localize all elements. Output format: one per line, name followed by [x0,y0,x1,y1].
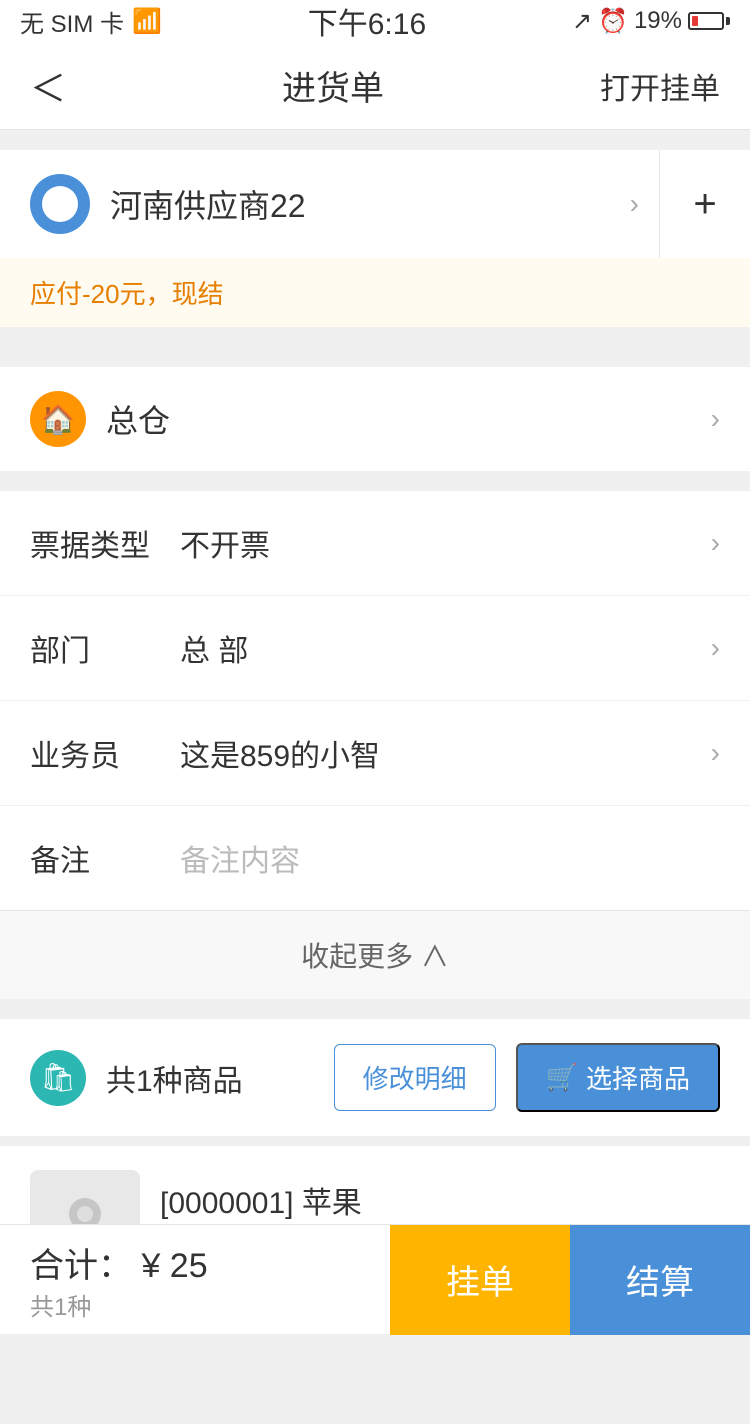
gap-1 [0,130,750,150]
battery-indicator [688,12,730,30]
location-icon: ↗ [572,7,592,36]
products-header: 🛍 共1种商品 修改明细 🛒 选择商品 [0,1019,750,1136]
collapse-label: 收起更多 ∧ [301,935,449,975]
department-label: 部门 [30,626,180,670]
carrier-label: 无 SIM 卡 [20,4,124,39]
product-code: [0000001] [160,1187,293,1220]
page-title: 进货单 [282,61,384,110]
salesperson-chevron-icon: › [711,737,720,769]
gap-3 [0,471,750,491]
wifi-icon: 📶 [132,7,162,36]
total-value: ¥ 25 [141,1247,207,1285]
edit-detail-button[interactable]: 修改明细 [334,1044,496,1111]
payment-notice: 应付-20元，现结 [0,258,750,327]
battery-percent: 19% [634,7,682,35]
supplier-select-row[interactable]: 河南供应商22 › [0,150,660,258]
remark-input[interactable]: 备注内容 [180,836,720,880]
select-product-label: 选择商品 [586,1059,690,1096]
remark-label: 备注 [30,836,180,880]
department-row[interactable]: 部门 总 部 › [0,596,750,701]
total-amount: 合计： ¥ 25 [30,1238,360,1287]
status-bar-left: 无 SIM 卡 📶 [20,4,162,39]
collapse-row[interactable]: 收起更多 ∧ [0,910,750,999]
status-bar-time: 下午6:16 [308,0,426,43]
status-bar-right: ↗ ⏰ 19% [572,7,730,36]
supplier-avatar [30,174,90,234]
form-section: 票据类型 不开票 › 部门 总 部 › 业务员 这是859的小智 › 备注 备注… [0,491,750,910]
salesperson-label: 业务员 [30,731,180,775]
remark-row[interactable]: 备注 备注内容 [0,806,750,910]
product-name: [0000001] 苹果 [160,1178,650,1222]
invoice-type-label: 票据类型 [30,521,180,565]
total-label: 合计： [30,1247,132,1285]
total-count: 共1种 [30,1287,360,1322]
alarm-icon: ⏰ [598,7,628,36]
total-section: 合计： ¥ 25 共1种 [0,1238,390,1322]
invoice-type-value: 不开票 [180,521,701,565]
invoice-type-chevron-icon: › [711,527,720,559]
warehouse-name: 总仓 [106,396,701,442]
supplier-chevron-icon: › [630,188,639,220]
back-button[interactable]: ＜ [30,60,66,112]
select-product-button[interactable]: 🛒 选择商品 [516,1043,720,1112]
supplier-name: 河南供应商22 [110,181,620,227]
warehouse-chevron-icon: › [711,403,720,435]
products-count: 共1种商品 [106,1056,314,1100]
gap-2 [0,327,750,347]
status-bar: 无 SIM 卡 📶 下午6:16 ↗ ⏰ 19% [0,0,750,42]
supplier-section: 河南供应商22 › + [0,150,750,258]
products-icon: 🛍 [30,1050,86,1106]
warehouse-icon: 🏠 [30,391,86,447]
salesperson-row[interactable]: 业务员 这是859的小智 › [0,701,750,806]
invoice-type-row[interactable]: 票据类型 不开票 › [0,491,750,596]
add-supplier-button[interactable]: + [660,150,750,258]
checkout-button[interactable]: 结算 [570,1225,750,1335]
product-title: 苹果 [302,1187,362,1220]
nav-bar: ＜ 进货单 打开挂单 [0,42,750,130]
cart-icon: 🛒 [546,1062,578,1093]
hang-button[interactable]: 挂单 [390,1225,570,1335]
salesperson-value: 这是859的小智 [180,731,701,775]
department-value: 总 部 [180,626,701,670]
warehouse-row[interactable]: 🏠 总仓 › [0,367,750,471]
department-chevron-icon: › [711,632,720,664]
open-hang-button[interactable]: 打开挂单 [600,64,720,108]
bottom-bar: 合计： ¥ 25 共1种 挂单 结算 [0,1224,750,1334]
